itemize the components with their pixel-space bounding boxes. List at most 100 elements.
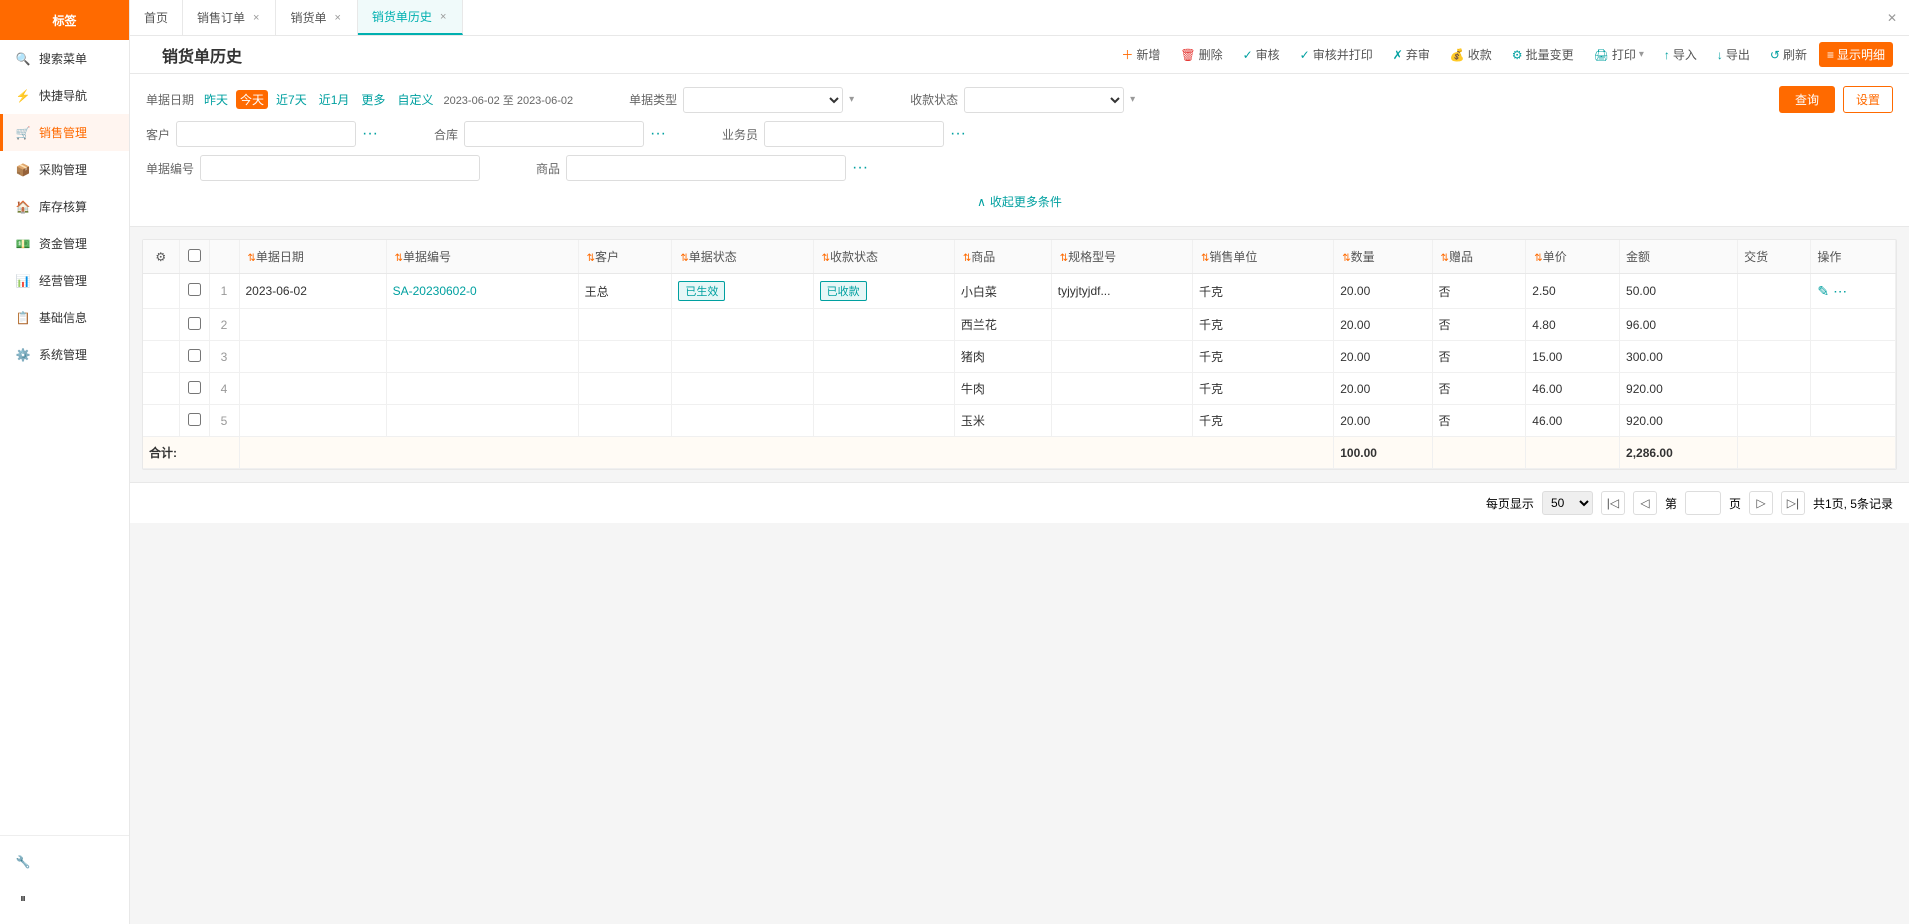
tab-sales-order-close[interactable]: × [251, 12, 261, 24]
content-area: ⚙ ⇅单据日期 ⇅单据编号 ⇅客户 ⇅单据状态 ⇅收款状态 ⇅商品 ⇅规格型号 … [130, 227, 1909, 924]
cell-transaction [1738, 309, 1811, 341]
cell-doc-no[interactable] [386, 341, 578, 373]
select-all-checkbox[interactable] [188, 249, 201, 262]
audit-print-button[interactable]: ✓ 审核并打印 [1292, 42, 1381, 67]
col-payment-status[interactable]: ⇅收款状态 [813, 240, 954, 274]
cell-doc-no[interactable] [386, 405, 578, 437]
cell-transaction [1738, 373, 1811, 405]
sidebar-item-purchase-mgmt[interactable]: 📦 采购管理 [0, 151, 129, 188]
batch-change-icon: ⚙ [1512, 48, 1523, 62]
page-input[interactable]: 1 [1685, 491, 1721, 515]
refresh-button[interactable]: ↺ 刷新 [1762, 42, 1815, 67]
cell-checkbox[interactable] [179, 373, 209, 405]
date-yesterday[interactable]: 昨天 [200, 90, 232, 109]
sidebar-item-operations[interactable]: 📊 经营管理 [0, 262, 129, 299]
customer-ellipsis[interactable]: ··· [362, 126, 378, 142]
col-quantity[interactable]: ⇅数量 [1334, 240, 1432, 274]
tab-sales-history[interactable]: 销货单历史 × [358, 0, 463, 35]
sidebar-item-settings-bottom[interactable]: 🔧 [0, 844, 129, 880]
edit-icon[interactable]: ✎ [1817, 283, 1829, 300]
first-page-button[interactable]: |◁ [1601, 491, 1625, 515]
salesperson-ellipsis[interactable]: ··· [950, 126, 966, 142]
cell-doc-no[interactable] [386, 373, 578, 405]
date-7days[interactable]: 近7天 [272, 90, 311, 109]
doc-number-input[interactable] [200, 155, 480, 181]
col-gift[interactable]: ⇅赠品 [1432, 240, 1526, 274]
date-more[interactable]: 更多 [357, 90, 389, 109]
doc-number-label: 单据编号 [146, 160, 194, 177]
export-button[interactable]: ↓ 导出 [1709, 42, 1758, 67]
query-button[interactable]: 查询 [1779, 86, 1835, 113]
tab-sales-order[interactable]: 销售订单 × [183, 0, 276, 35]
batch-change-button[interactable]: ⚙ 批量变更 [1504, 42, 1582, 67]
sidebar-item-finance[interactable]: 💵 资金管理 [0, 225, 129, 262]
sidebar-item-inventory[interactable]: 🏠 库存核算 [0, 188, 129, 225]
sidebar-item-search-menu[interactable]: 🔍 搜索菜单 [0, 40, 129, 77]
cell-doc-no[interactable] [386, 309, 578, 341]
goods-ellipsis[interactable]: ··· [852, 160, 868, 176]
receive-button[interactable]: 💰 收款 [1442, 42, 1500, 67]
tab-sales-delivery-close[interactable]: × [332, 12, 342, 24]
cell-customer [578, 341, 672, 373]
date-custom[interactable]: 自定义 [393, 90, 437, 109]
customer-input[interactable] [176, 121, 356, 147]
tab-sales-history-close[interactable]: × [438, 11, 448, 23]
goods-input[interactable] [566, 155, 846, 181]
abandon-button[interactable]: ✗ 弃审 [1385, 42, 1438, 67]
col-doc-no[interactable]: ⇅单据编号 [386, 240, 578, 274]
gear-icon: ⚙️ [15, 347, 31, 363]
cell-checkbox[interactable] [179, 309, 209, 341]
cell-doc-no[interactable]: SA-20230602-0 [386, 274, 578, 309]
sidebar-item-system-mgmt[interactable]: ⚙️ 系统管理 [0, 336, 129, 373]
sidebar-item-basic-info[interactable]: 📋 基础信息 [0, 299, 129, 336]
last-page-button[interactable]: ▷| [1781, 491, 1805, 515]
payment-status-arrow: ▾ [1130, 94, 1135, 105]
col-unit-price[interactable]: ⇅单价 [1526, 240, 1620, 274]
date-range-display: 2023-06-02 至 2023-06-02 [443, 92, 573, 108]
cell-unit: 千克 [1193, 274, 1334, 309]
sidebar-logo: 标签 [0, 0, 129, 40]
table-header-row: ⚙ ⇅单据日期 ⇅单据编号 ⇅客户 ⇅单据状态 ⇅收款状态 ⇅商品 ⇅规格型号 … [143, 240, 1896, 274]
col-customer[interactable]: ⇅客户 [578, 240, 672, 274]
payment-status-select[interactable] [964, 87, 1124, 113]
print-button[interactable]: 🖨 打印 ▾ [1586, 42, 1652, 67]
cell-setting [143, 405, 179, 437]
more-icon[interactable]: ⋯ [1833, 283, 1847, 300]
doc-type-select[interactable] [683, 87, 843, 113]
delete-button[interactable]: 🗑 删除 [1172, 42, 1230, 67]
col-setting[interactable]: ⚙ [143, 240, 179, 274]
sidebar-item-sales-mgmt[interactable]: 🛒 销售管理 [0, 114, 129, 151]
per-page-select[interactable]: 50 100 [1542, 491, 1593, 515]
col-spec[interactable]: ⇅规格型号 [1051, 240, 1192, 274]
collapse-more-button[interactable]: ∧ 收起更多条件 [146, 189, 1893, 214]
setting-button[interactable]: 设置 [1843, 86, 1893, 113]
sidebar-item-label: 快捷导航 [39, 87, 87, 104]
cell-checkbox[interactable] [179, 341, 209, 373]
cell-spec [1051, 341, 1192, 373]
col-goods[interactable]: ⇅商品 [954, 240, 1051, 274]
show-detail-button[interactable]: ≡ 显示明细 [1819, 42, 1893, 67]
col-unit[interactable]: ⇅销售单位 [1193, 240, 1334, 274]
new-button[interactable]: ＋ 新增 [1113, 42, 1168, 67]
salesperson-label: 业务员 [722, 126, 758, 143]
col-doc-status[interactable]: ⇅单据状态 [672, 240, 813, 274]
warehouse-input[interactable] [464, 121, 644, 147]
audit-button[interactable]: ✓ 审核 [1235, 42, 1288, 67]
sidebar-item-collapse[interactable]: ⏸ [0, 880, 129, 916]
import-button[interactable]: ↑ 导入 [1656, 42, 1705, 67]
tab-sales-delivery[interactable]: 销货单 × [276, 0, 357, 35]
tab-home[interactable]: 首页 [130, 0, 183, 35]
date-today[interactable]: 今天 [236, 90, 268, 109]
col-date[interactable]: ⇅单据日期 [239, 240, 386, 274]
prev-page-button[interactable]: ◁ [1633, 491, 1657, 515]
sidebar-item-quick-nav[interactable]: ⚡ 快捷导航 [0, 77, 129, 114]
date-1month[interactable]: 近1月 [315, 90, 354, 109]
cell-amount: 50.00 [1620, 274, 1738, 309]
salesperson-input[interactable] [764, 121, 944, 147]
cell-checkbox[interactable] [179, 274, 209, 309]
next-page-button[interactable]: ▷ [1749, 491, 1773, 515]
tabbar-close-all[interactable]: ✕ [1875, 11, 1909, 25]
warehouse-ellipsis[interactable]: ··· [650, 126, 666, 142]
cell-checkbox[interactable] [179, 405, 209, 437]
total-gift-spacer [1432, 437, 1526, 469]
